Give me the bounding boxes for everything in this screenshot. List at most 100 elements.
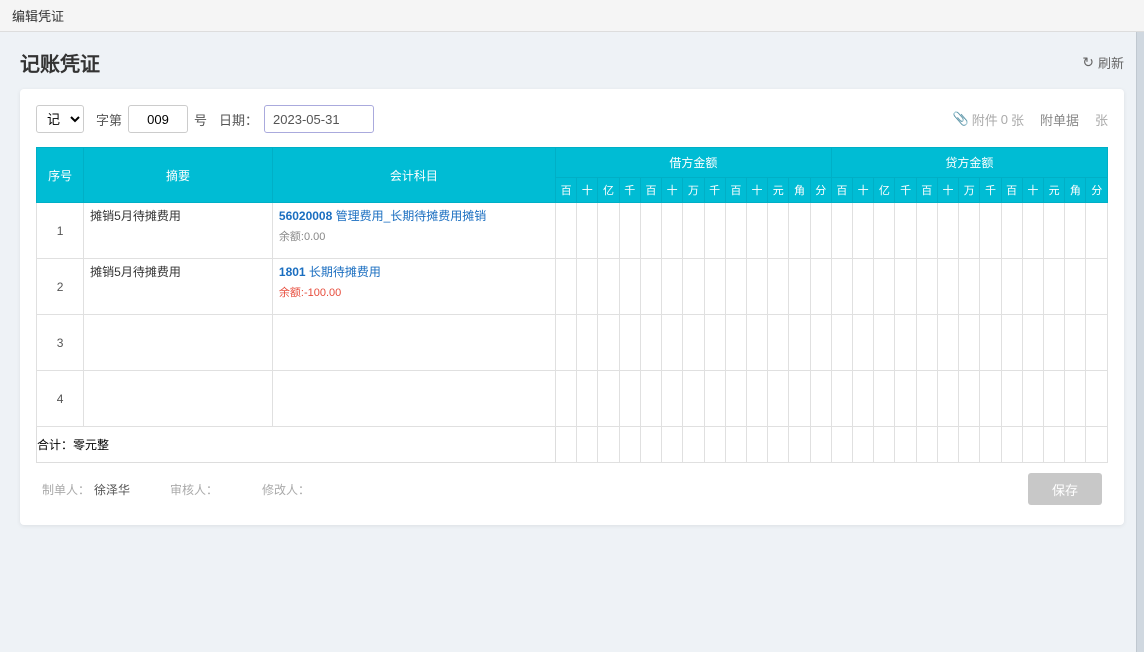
debit-cell-r0-c12[interactable] — [810, 203, 831, 259]
credit-cell-r0-c12[interactable] — [1086, 203, 1108, 259]
debit-cell-r2-c1[interactable] — [577, 315, 598, 371]
credit-cell-r2-c8[interactable] — [1001, 315, 1022, 371]
credit-cell-r1-c10[interactable] — [1044, 259, 1065, 315]
debit-cell-r3-c3[interactable] — [619, 371, 640, 427]
debit-cell-r1-c9[interactable] — [746, 259, 767, 315]
credit-cell-r3-c2[interactable] — [874, 371, 895, 427]
credit-cell-r3-c6[interactable] — [959, 371, 980, 427]
credit-cell-r3-c4[interactable] — [916, 371, 937, 427]
debit-cell-r0-c7[interactable] — [704, 203, 725, 259]
credit-cell-r0-c11[interactable] — [1065, 203, 1086, 259]
debit-cell-r2-c7[interactable] — [704, 315, 725, 371]
credit-cell-r0-c8[interactable] — [1001, 203, 1022, 259]
debit-cell-r1-c0[interactable] — [555, 259, 576, 315]
debit-cell-r2-c9[interactable] — [746, 315, 767, 371]
debit-cell-r3-c0[interactable] — [555, 371, 576, 427]
date-input[interactable] — [264, 105, 374, 133]
debit-cell-r3-c2[interactable] — [598, 371, 619, 427]
debit-cell-r3-c7[interactable] — [704, 371, 725, 427]
credit-cell-r1-c1[interactable] — [853, 259, 874, 315]
credit-cell-r3-c11[interactable] — [1065, 371, 1086, 427]
credit-cell-r3-c9[interactable] — [1022, 371, 1043, 427]
credit-cell-r2-c1[interactable] — [853, 315, 874, 371]
account-cell-0[interactable]: 56020008 管理费用_长期待摊费用摊销余额:0.00 — [272, 203, 555, 259]
credit-cell-r2-c7[interactable] — [980, 315, 1001, 371]
credit-cell-r0-c10[interactable] — [1044, 203, 1065, 259]
debit-cell-r0-c2[interactable] — [598, 203, 619, 259]
debit-cell-r3-c4[interactable] — [640, 371, 661, 427]
debit-cell-r3-c10[interactable] — [768, 371, 789, 427]
debit-cell-r2-c4[interactable] — [640, 315, 661, 371]
credit-cell-r1-c0[interactable] — [831, 259, 852, 315]
table-row[interactable]: 1摊销5月待摊费用56020008 管理费用_长期待摊费用摊销余额:0.00 — [37, 203, 1108, 259]
voucher-type-select[interactable]: 记 — [36, 105, 84, 133]
debit-cell-r3-c8[interactable] — [725, 371, 746, 427]
account-cell-2[interactable] — [272, 315, 555, 371]
credit-cell-r1-c9[interactable] — [1022, 259, 1043, 315]
credit-cell-r0-c1[interactable] — [853, 203, 874, 259]
credit-cell-r0-c5[interactable] — [937, 203, 958, 259]
credit-cell-r0-c9[interactable] — [1022, 203, 1043, 259]
debit-cell-r1-c4[interactable] — [640, 259, 661, 315]
debit-cell-r2-c5[interactable] — [662, 315, 683, 371]
credit-cell-r3-c8[interactable] — [1001, 371, 1022, 427]
summary-cell-0[interactable]: 摊销5月待摊费用 — [84, 203, 273, 259]
debit-cell-r3-c9[interactable] — [746, 371, 767, 427]
credit-cell-r2-c5[interactable] — [937, 315, 958, 371]
scrollbar[interactable] — [1136, 32, 1144, 652]
debit-cell-r3-c11[interactable] — [789, 371, 810, 427]
account-cell-3[interactable] — [272, 371, 555, 427]
debit-cell-r1-c7[interactable] — [704, 259, 725, 315]
summary-cell-1[interactable]: 摊销5月待摊费用 — [84, 259, 273, 315]
debit-cell-r3-c1[interactable] — [577, 371, 598, 427]
debit-cell-r2-c8[interactable] — [725, 315, 746, 371]
debit-cell-r3-c6[interactable] — [683, 371, 704, 427]
credit-cell-r1-c7[interactable] — [980, 259, 1001, 315]
debit-cell-r1-c2[interactable] — [598, 259, 619, 315]
debit-cell-r0-c10[interactable] — [768, 203, 789, 259]
debit-cell-r1-c12[interactable] — [810, 259, 831, 315]
credit-cell-r3-c1[interactable] — [853, 371, 874, 427]
credit-cell-r3-c0[interactable] — [831, 371, 852, 427]
credit-cell-r2-c0[interactable] — [831, 315, 852, 371]
credit-cell-r0-c7[interactable] — [980, 203, 1001, 259]
summary-cell-2[interactable] — [84, 315, 273, 371]
debit-cell-r2-c11[interactable] — [789, 315, 810, 371]
debit-cell-r1-c1[interactable] — [577, 259, 598, 315]
credit-cell-r0-c4[interactable] — [916, 203, 937, 259]
credit-cell-r3-c12[interactable] — [1086, 371, 1108, 427]
debit-cell-r0-c5[interactable] — [662, 203, 683, 259]
table-row[interactable]: 4 — [37, 371, 1108, 427]
credit-cell-r2-c11[interactable] — [1065, 315, 1086, 371]
debit-cell-r0-c4[interactable] — [640, 203, 661, 259]
credit-cell-r1-c11[interactable] — [1065, 259, 1086, 315]
refresh-button[interactable]: ↻ 刷新 — [1082, 53, 1124, 72]
credit-cell-r0-c6[interactable] — [959, 203, 980, 259]
credit-cell-r1-c2[interactable] — [874, 259, 895, 315]
debit-cell-r0-c8[interactable] — [725, 203, 746, 259]
credit-cell-r1-c4[interactable] — [916, 259, 937, 315]
credit-cell-r2-c4[interactable] — [916, 315, 937, 371]
debit-cell-r2-c2[interactable] — [598, 315, 619, 371]
debit-cell-r2-c10[interactable] — [768, 315, 789, 371]
debit-cell-r3-c5[interactable] — [662, 371, 683, 427]
credit-cell-r2-c2[interactable] — [874, 315, 895, 371]
debit-cell-r0-c11[interactable] — [789, 203, 810, 259]
attachment-link[interactable]: 📎 附件 0 张 — [953, 110, 1024, 129]
account-cell-1[interactable]: 1801 长期待摊费用余额:-100.00 — [272, 259, 555, 315]
credit-cell-r3-c7[interactable] — [980, 371, 1001, 427]
debit-cell-r1-c3[interactable] — [619, 259, 640, 315]
credit-cell-r0-c2[interactable] — [874, 203, 895, 259]
debit-cell-r0-c3[interactable] — [619, 203, 640, 259]
credit-cell-r2-c6[interactable] — [959, 315, 980, 371]
credit-cell-r2-c3[interactable] — [895, 315, 916, 371]
debit-cell-r0-c1[interactable] — [577, 203, 598, 259]
debit-cell-r1-c10[interactable] — [768, 259, 789, 315]
credit-cell-r3-c10[interactable] — [1044, 371, 1065, 427]
table-row[interactable]: 2摊销5月待摊费用1801 长期待摊费用余额:-100.00 — [37, 259, 1108, 315]
credit-cell-r1-c5[interactable] — [937, 259, 958, 315]
save-button[interactable]: 保存 — [1028, 473, 1102, 505]
table-row[interactable]: 3 — [37, 315, 1108, 371]
debit-cell-r2-c6[interactable] — [683, 315, 704, 371]
credit-cell-r1-c8[interactable] — [1001, 259, 1022, 315]
